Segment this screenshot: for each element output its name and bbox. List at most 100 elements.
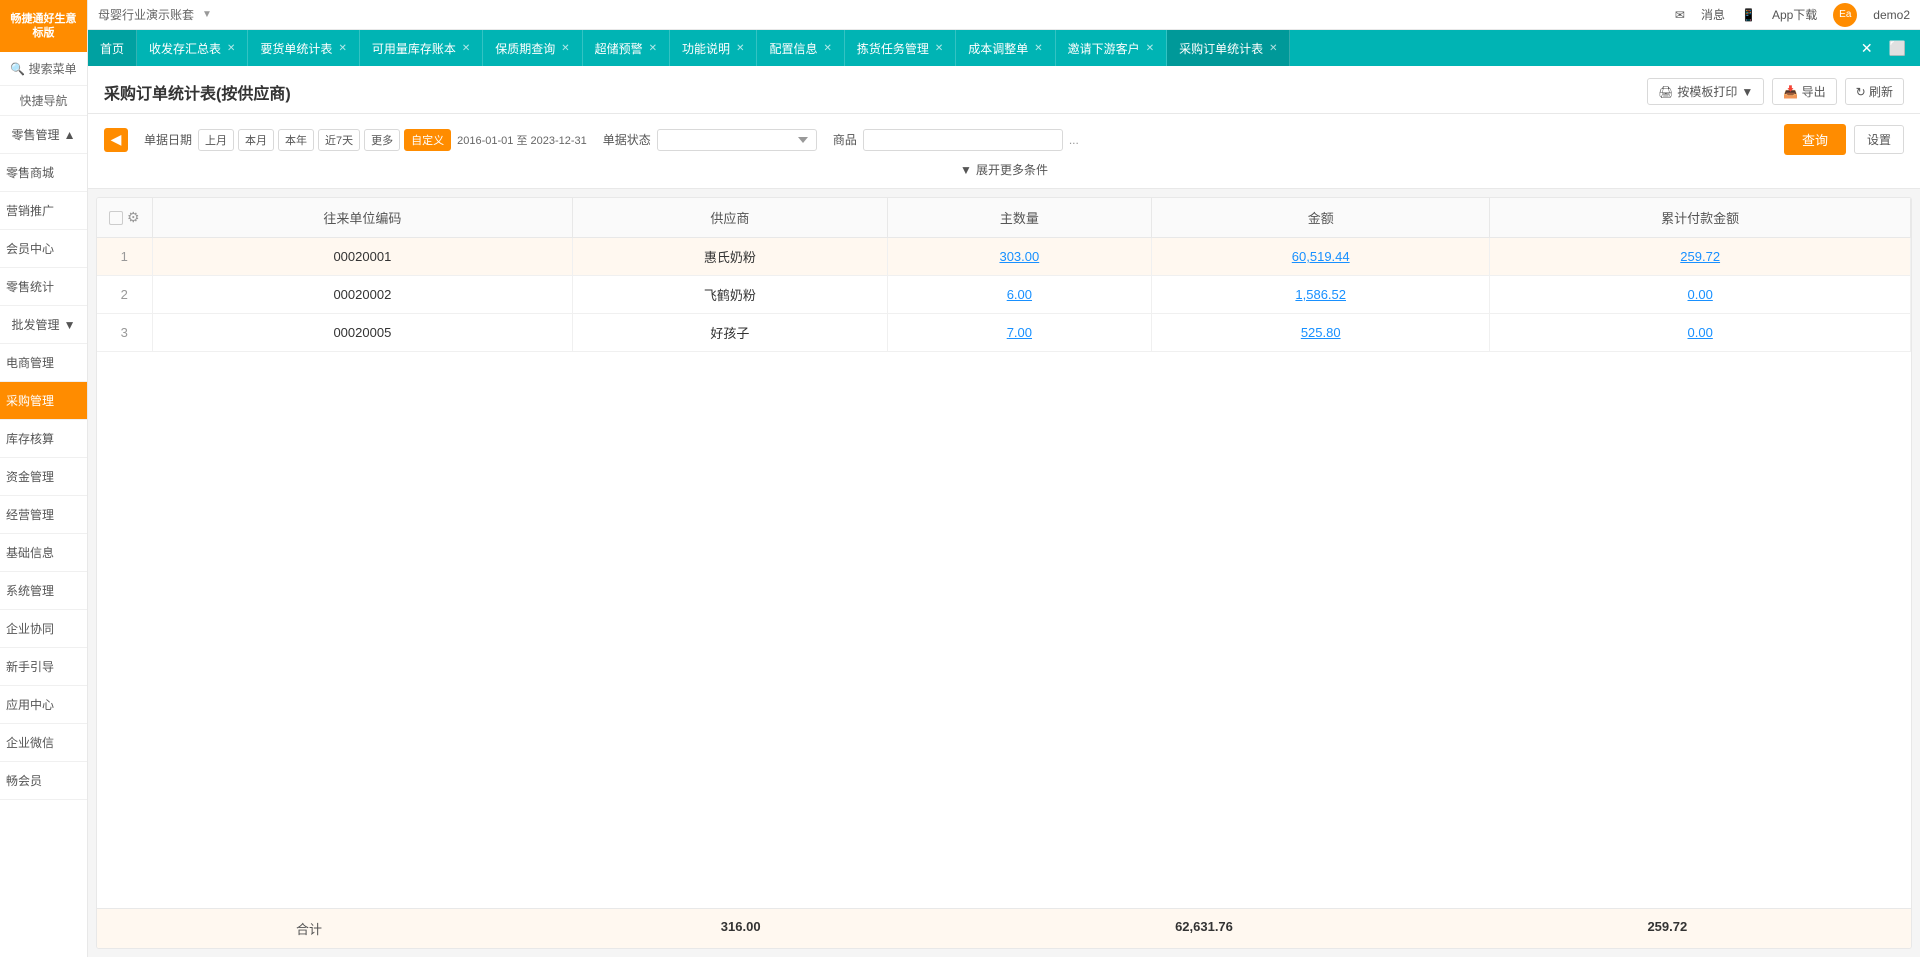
tab-cost-adj[interactable]: 成本调整单 ✕ xyxy=(956,30,1055,66)
status-filter-label: 单据状态 xyxy=(603,131,651,148)
shortcut-this-month[interactable]: 本月 xyxy=(238,129,274,151)
goods-input[interactable] xyxy=(863,129,1063,151)
data-table: ⚙ 往来单位编码 供应商 主数量 金额 累计付款金额 100020001惠氏奶粉… xyxy=(97,198,1911,352)
th-paid: 累计付款金额 xyxy=(1490,198,1911,238)
close-icon[interactable]: ✕ xyxy=(227,43,235,54)
sidebar-item-label: 基础信息 xyxy=(6,544,54,561)
tab-goods-stats[interactable]: 要货单统计表 ✕ xyxy=(248,30,359,66)
refresh-icon: ↻ xyxy=(1856,85,1866,99)
shortcut-last-7-days[interactable]: 近7天 xyxy=(318,129,360,151)
shortcut-custom[interactable]: 自定义 xyxy=(404,129,451,151)
query-button[interactable]: 查询 xyxy=(1784,124,1846,155)
sidebar-item-marketing[interactable]: 营销推广 xyxy=(0,192,87,230)
topbar-right: ✉ 消息 📱 App下载 Ea demo2 xyxy=(1675,3,1910,27)
td-qty[interactable]: 6.00 xyxy=(887,276,1151,314)
sidebar-item-label: 经营管理 xyxy=(6,506,54,523)
tab-label: 收发存汇总表 xyxy=(149,40,221,57)
close-icon[interactable]: ✕ xyxy=(561,43,569,54)
sidebar-item-retail-shop[interactable]: 零售商城 xyxy=(0,154,87,192)
sidebar-item-ecommerce[interactable]: 电商管理 xyxy=(0,344,87,382)
ellipsis-icon[interactable]: ... xyxy=(1069,133,1079,147)
sidebar-item-inventory-check[interactable]: 库存核算 xyxy=(0,420,87,458)
close-icon[interactable]: ✕ xyxy=(823,43,831,54)
settings-button[interactable]: 设置 xyxy=(1854,125,1904,154)
td-amount[interactable]: 60,519.44 xyxy=(1152,238,1490,276)
table-row[interactable]: 200020002飞鹤奶粉6.001,586.520.00 xyxy=(97,276,1911,314)
workspace-dropdown-icon[interactable]: ▼ xyxy=(202,9,212,20)
td-paid[interactable]: 0.00 xyxy=(1490,314,1911,352)
close-icon[interactable]: ✕ xyxy=(736,43,744,54)
tab-func-desc[interactable]: 功能说明 ✕ xyxy=(670,30,757,66)
sidebar-item-ops-mgmt[interactable]: 经营管理 xyxy=(0,496,87,534)
close-window-icon[interactable]: ✕ xyxy=(1855,38,1879,59)
td-qty[interactable]: 303.00 xyxy=(887,238,1151,276)
expand-more-button[interactable]: ▼ 展开更多条件 xyxy=(960,161,1048,178)
message-label[interactable]: 消息 xyxy=(1701,6,1725,23)
shortcut-this-year[interactable]: 本年 xyxy=(278,129,314,151)
td-paid[interactable]: 259.72 xyxy=(1490,238,1911,276)
close-icon[interactable]: ✕ xyxy=(649,43,657,54)
select-all-checkbox[interactable] xyxy=(109,211,123,225)
app-download-label[interactable]: App下载 xyxy=(1772,6,1817,23)
table-row[interactable]: 300020005好孩子7.00525.800.00 xyxy=(97,314,1911,352)
td-qty[interactable]: 7.00 xyxy=(887,314,1151,352)
filter-toggle-button[interactable]: ◀ xyxy=(104,128,128,152)
row-seq: 1 xyxy=(121,249,128,264)
sidebar-item-label: 新手引导 xyxy=(6,658,54,675)
close-icon[interactable]: ✕ xyxy=(1269,43,1277,54)
export-button[interactable]: 📥 导出 xyxy=(1772,78,1836,105)
close-icon[interactable]: ✕ xyxy=(462,43,470,54)
close-icon[interactable]: ✕ xyxy=(1146,43,1154,54)
table-wrapper: ⚙ 往来单位编码 供应商 主数量 金额 累计付款金额 100020001惠氏奶粉… xyxy=(97,198,1911,908)
close-icon[interactable]: ✕ xyxy=(935,43,943,54)
sidebar-item-new-guide[interactable]: 新手引导 xyxy=(0,648,87,686)
sidebar-shortcut[interactable]: 快捷导航 xyxy=(0,86,87,116)
date-range-text: 2016-01-01 至 2023-12-31 xyxy=(457,132,587,148)
tab-home[interactable]: 首页 xyxy=(88,30,137,66)
td-paid[interactable]: 0.00 xyxy=(1490,276,1911,314)
footer-total-label: 合计 xyxy=(296,922,322,937)
tab-expiry-query[interactable]: 保质期查询 ✕ xyxy=(483,30,582,66)
sidebar-search[interactable]: 🔍 搜索菜单 xyxy=(0,52,87,86)
tab-available-stock[interactable]: 可用量库存账本 ✕ xyxy=(360,30,483,66)
sidebar-item-fund-mgmt[interactable]: 资金管理 xyxy=(0,458,87,496)
shortcut-more[interactable]: 更多 xyxy=(364,129,400,151)
sidebar-item-member-center[interactable]: 会员中心 xyxy=(0,230,87,268)
refresh-button[interactable]: ↻ 刷新 xyxy=(1845,78,1904,105)
tab-overstock-alert[interactable]: 超储预警 ✕ xyxy=(583,30,670,66)
sidebar-item-purchase-mgmt[interactable]: 采购管理 xyxy=(0,382,87,420)
sidebar-item-wholesale-mgmt[interactable]: 批发管理 ▼ xyxy=(0,306,87,344)
table-row[interactable]: 100020001惠氏奶粉303.0060,519.44259.72 xyxy=(97,238,1911,276)
sidebar-item-vip[interactable]: 畅会员 xyxy=(0,762,87,800)
template-print-button[interactable]: 🖨 按模板打印 ▼ xyxy=(1647,78,1764,105)
sidebar-item-enterprise-collab[interactable]: 企业协同 xyxy=(0,610,87,648)
filter-row: ◀ 单据日期 上月 本月 本年 近7天 更多 自定义 2016-01-01 至 … xyxy=(104,124,1904,155)
table-footer: 合计 316.00 62,631.76 259.72 xyxy=(97,908,1911,948)
sidebar-item-basic-info[interactable]: 基础信息 xyxy=(0,534,87,572)
sidebar-item-app-center[interactable]: 应用中心 xyxy=(0,686,87,724)
td-amount[interactable]: 1,586.52 xyxy=(1152,276,1490,314)
tab-label: 保质期查询 xyxy=(495,40,555,57)
search-icon: 🔍 xyxy=(10,62,25,76)
tab-collect-pay[interactable]: 收发存汇总表 ✕ xyxy=(137,30,248,66)
sidebar-item-retail-stats[interactable]: 零售统计 xyxy=(0,268,87,306)
shortcut-last-month[interactable]: 上月 xyxy=(198,129,234,151)
sidebar-item-system-mgmt[interactable]: 系统管理 xyxy=(0,572,87,610)
refresh-label: 刷新 xyxy=(1869,85,1893,99)
tab-purchase-stats[interactable]: 采购订单统计表 ✕ xyxy=(1167,30,1290,66)
tab-invite-downstream[interactable]: 邀请下游客户 ✕ xyxy=(1056,30,1167,66)
status-select[interactable] xyxy=(657,129,817,151)
tab-config-info[interactable]: 配置信息 ✕ xyxy=(757,30,844,66)
date-filter-label: 单据日期 xyxy=(144,131,192,148)
column-settings-icon[interactable]: ⚙ xyxy=(127,209,140,226)
td-amount[interactable]: 525.80 xyxy=(1152,314,1490,352)
sidebar-item-retail-mgmt[interactable]: 零售管理 ▲ xyxy=(0,116,87,154)
sidebar-item-enterprise-wechat[interactable]: 企业微信 xyxy=(0,724,87,762)
th-supplier: 供应商 xyxy=(573,198,887,238)
maximize-window-icon[interactable]: ⬜ xyxy=(1883,38,1912,59)
tab-label: 超储预警 xyxy=(595,40,643,57)
tab-pick-task[interactable]: 拣货任务管理 ✕ xyxy=(845,30,956,66)
username-label[interactable]: demo2 xyxy=(1873,8,1910,22)
close-icon[interactable]: ✕ xyxy=(338,43,346,54)
close-icon[interactable]: ✕ xyxy=(1034,43,1042,54)
